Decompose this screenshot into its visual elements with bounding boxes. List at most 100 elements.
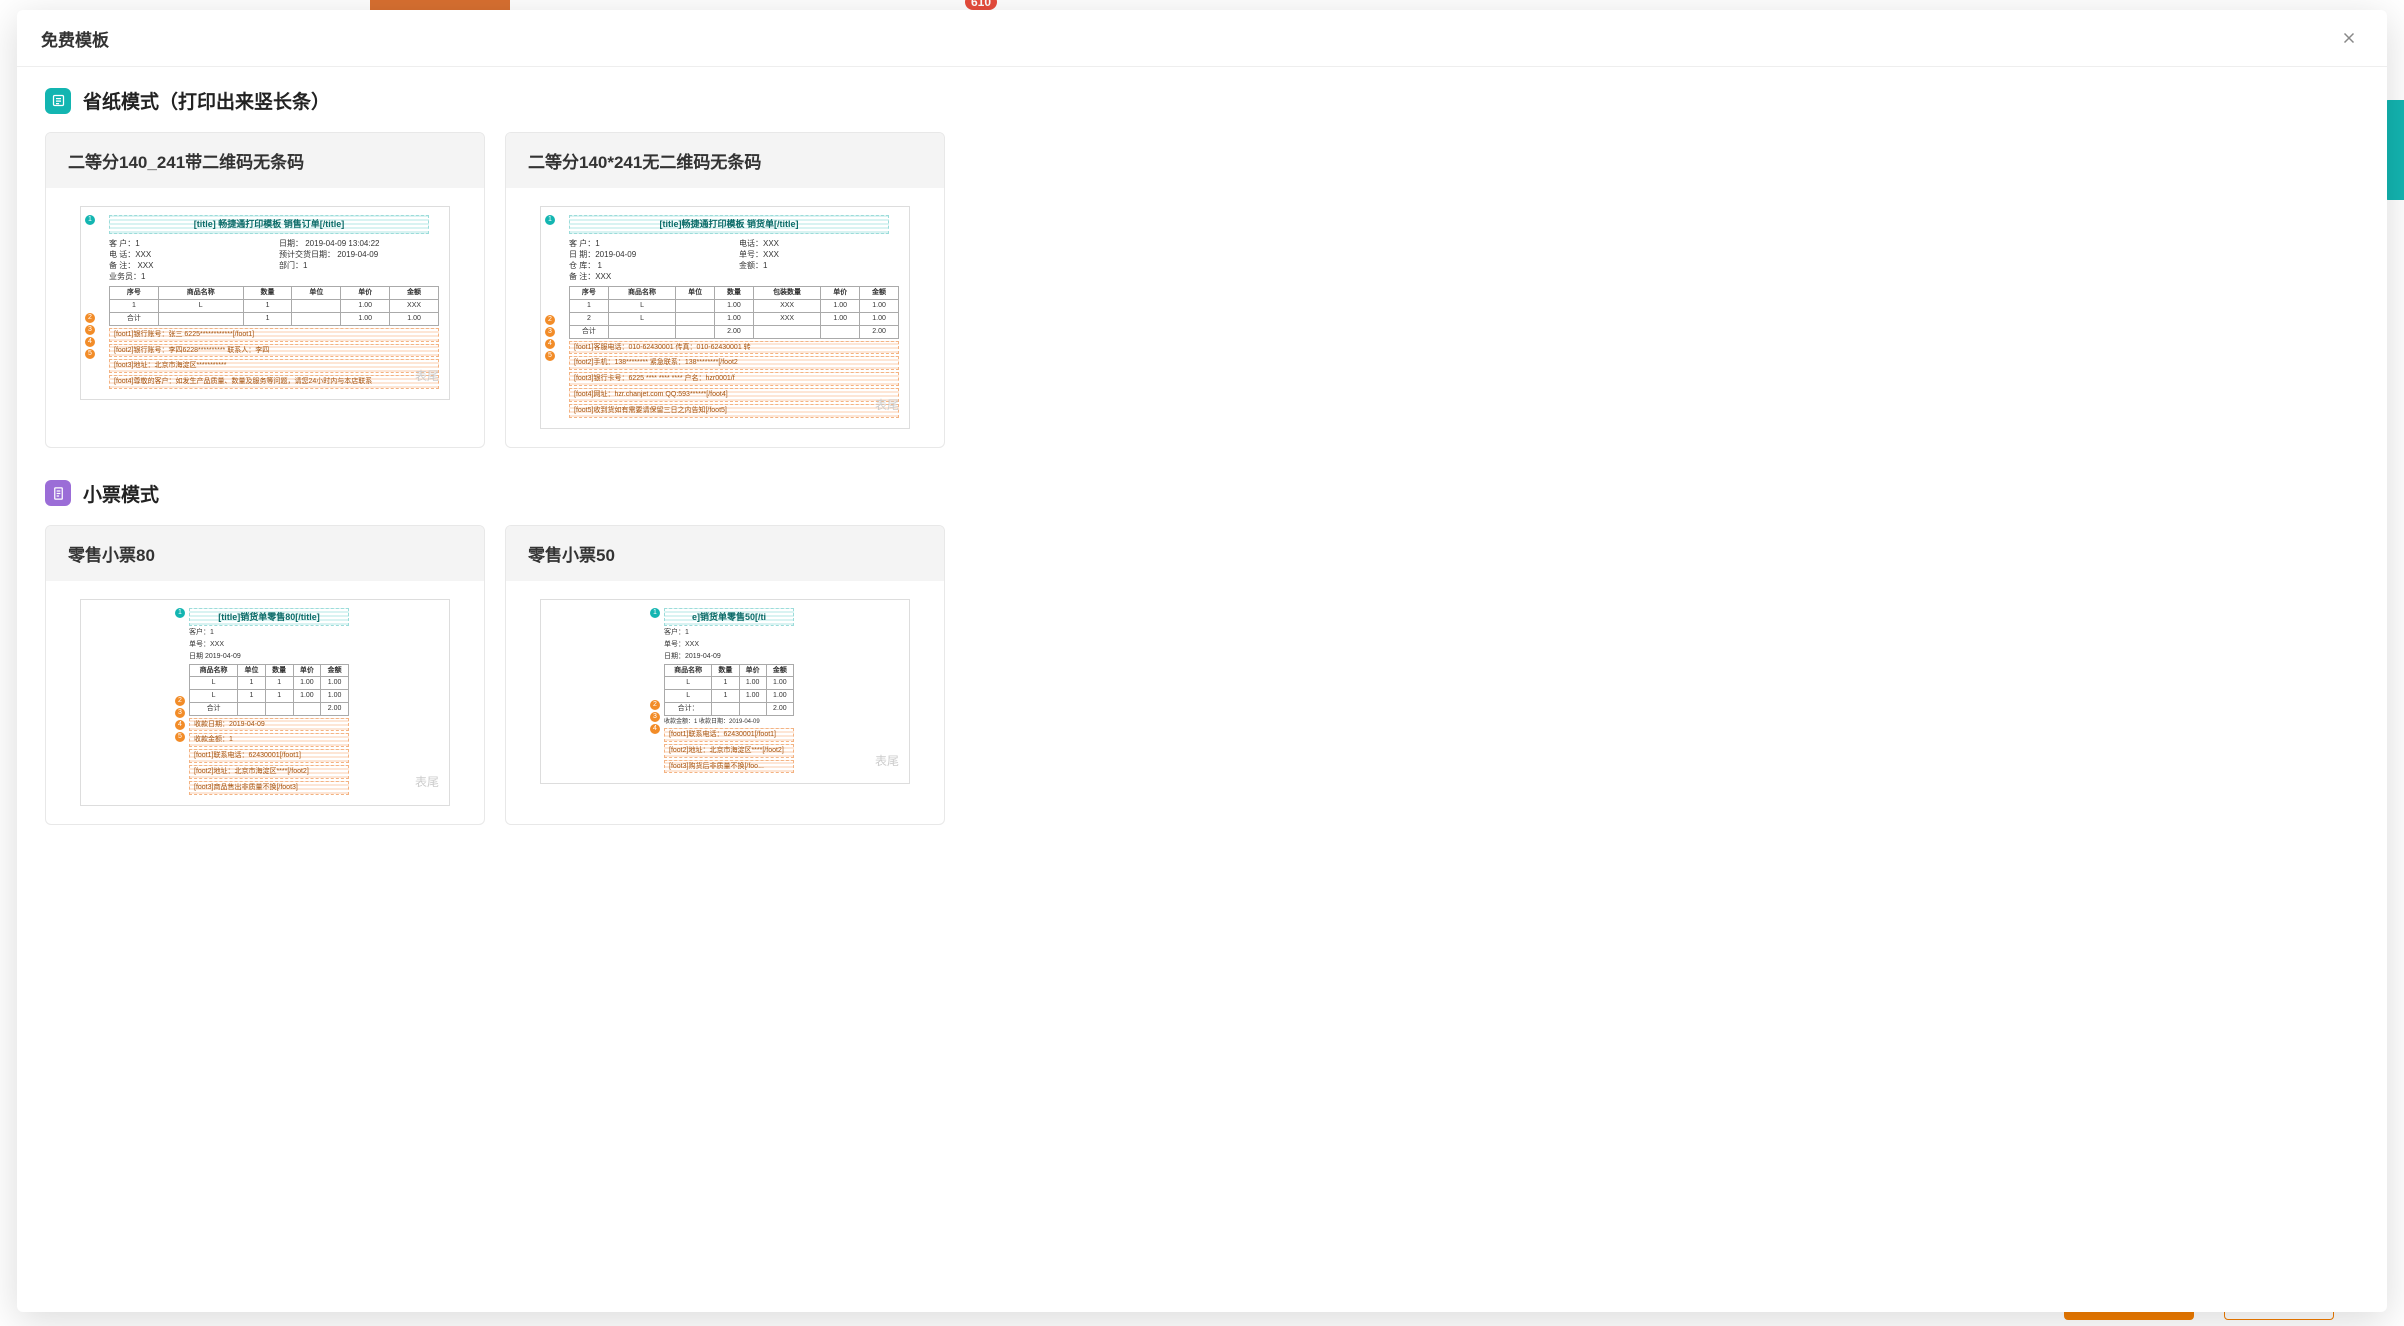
- template-modal: 免费模板 省纸模式（打印出来竖长条） 二等分140_241带二维码无条码 1: [17, 10, 2387, 1312]
- kv: 备 注： XXX: [109, 260, 269, 271]
- kv: 金额：1: [739, 260, 899, 271]
- watermark: 表尾: [875, 753, 899, 770]
- compact-cards: 二等分140_241带二维码无条码 1 [title] 畅捷通打印模板 销售订单…: [45, 132, 2359, 448]
- section-head-compact: 省纸模式（打印出来竖长条）: [45, 87, 2359, 114]
- section-compact: 省纸模式（打印出来竖长条） 二等分140_241带二维码无条码 1 [title…: [45, 87, 2359, 448]
- kv: 备 注：XXX: [569, 271, 729, 282]
- close-icon: [2340, 29, 2358, 47]
- tpl-foot: [foot1]联系电话：62430001[/foot1]: [189, 749, 349, 763]
- card-preview: 1 [title]销货单零售80[/title] 客户：1 单号：XXX 日期 …: [46, 581, 484, 824]
- kv: 日期： 2019-04-09 13:04:22: [279, 238, 439, 249]
- card-title: 零售小票50: [506, 526, 944, 581]
- tpl-table: 商品名称数量单价金额 L11.001.00 L11.001.00 合计：2.00: [664, 664, 794, 716]
- template-card-receipt-0[interactable]: 零售小票80 1 [title]销货单零售80[/title] 客户：1 单号：…: [45, 525, 485, 825]
- kv: 日期：2019-04-09: [664, 652, 794, 662]
- tpl-header: e]销货单零售50[/ti: [664, 608, 794, 627]
- template-preview: 1 [title]销货单零售80[/title] 客户：1 单号：XXX 日期 …: [80, 599, 450, 806]
- marker-4-icon: 4: [545, 339, 555, 349]
- section-receipt: 小票模式 零售小票80 1 [title]销货单零售80[/title] 客户：…: [45, 480, 2359, 825]
- tpl-table: 序号商品名称 单位数量 包装数量单价 金额 1L1.00XXX1.001.00 …: [569, 286, 899, 338]
- kv: 客 户：1: [569, 238, 729, 249]
- tpl-foot: [foot2]地址：北京市海淀区****[/foot2]: [189, 765, 349, 779]
- modal-body[interactable]: 省纸模式（打印出来竖长条） 二等分140_241带二维码无条码 1 [title…: [17, 67, 2387, 1312]
- receipt-mode-icon: [45, 480, 71, 506]
- kv: 预计交货日期： 2019-04-09: [279, 249, 439, 260]
- tpl-foot: [foot2]地址：北京市海淀区****[/foot2]: [664, 744, 794, 758]
- tpl-foot: [foot4]尊敬的客户：如发生产品质量、数量及服务等问题，请您24小时内与本店…: [109, 375, 439, 389]
- tpl-foot: [foot1]客服电话：010-62430001 传真：010-62430001…: [569, 341, 899, 355]
- watermark: 表尾: [415, 368, 439, 385]
- tpl-foot: [foot3]银行卡号：6225 **** **** **** 户名：hzr00…: [569, 372, 899, 386]
- template-preview: 1 [title] 畅捷通打印模板 销售订单[/title] 客 户：1 电 话…: [80, 206, 450, 400]
- tpl-header: [title] 畅捷通打印模板 销售订单[/title]: [109, 215, 429, 234]
- kv: 电话：XXX: [739, 238, 899, 249]
- kv: 仓 库： 1: [569, 260, 729, 271]
- marker-1-icon: 1: [175, 608, 185, 618]
- section-title-compact: 省纸模式（打印出来竖长条）: [83, 87, 330, 114]
- template-card-compact-0[interactable]: 二等分140_241带二维码无条码 1 [title] 畅捷通打印模板 销售订单…: [45, 132, 485, 448]
- tpl-foot: 收款日期：2019-04-09: [189, 718, 349, 732]
- card-title: 零售小票80: [46, 526, 484, 581]
- marker-2-icon: 2: [650, 700, 660, 710]
- tpl-foot: [foot4]网址：hzr.chanjet.com QQ:593******[/…: [569, 388, 899, 402]
- tpl-table: 序号商品名称 数量单位 单价金额 1L11.00XXX 合计11.001.00: [109, 286, 439, 325]
- modal-title: 免费模板: [41, 26, 109, 51]
- template-preview: 1 [title]畅捷通打印模板 销货单[/title] 客 户：1 日 期：2…: [540, 206, 910, 429]
- card-title: 二等分140_241带二维码无条码: [46, 133, 484, 188]
- receipt-cards: 零售小票80 1 [title]销货单零售80[/title] 客户：1 单号：…: [45, 525, 2359, 825]
- section-head-receipt: 小票模式: [45, 480, 2359, 507]
- kv: 单号：XXX: [189, 640, 349, 650]
- tpl-foot: [foot5]收到货如有需要请保留三日之内告知[/foot5]: [569, 404, 899, 418]
- kv: 客户：1: [189, 628, 349, 638]
- card-preview: 1 [title]畅捷通打印模板 销货单[/title] 客 户：1 日 期：2…: [506, 188, 944, 447]
- tpl-foot: 收款金额：1: [189, 733, 349, 747]
- tpl-foot: [foot3]商品售出非质量不换[/foot3]: [189, 781, 349, 795]
- kv: 业务员：1: [109, 271, 269, 282]
- tpl-header: [title]畅捷通打印模板 销货单[/title]: [569, 215, 889, 234]
- kv: 日 期：2019-04-09: [569, 249, 729, 260]
- tpl-foot: [foot1]银行账号：张三 6225************[/foot1]: [109, 328, 439, 342]
- kv: 单号：XXX: [739, 249, 899, 260]
- close-button[interactable]: [2335, 24, 2363, 52]
- tpl-table: 商品名称单位数量单价金额 L111.001.00 L111.001.00 合计2…: [189, 664, 349, 716]
- marker-3-icon: 3: [545, 327, 555, 337]
- marker-4-icon: 4: [85, 337, 95, 347]
- marker-2-icon: 2: [175, 696, 185, 706]
- marker-3-icon: 3: [650, 712, 660, 722]
- marker-4-icon: 4: [650, 724, 660, 734]
- kv: 日期 2019-04-09: [189, 652, 349, 662]
- template-preview: 1 e]销货单零售50[/ti 客户：1 单号：XXX 日期：2019-04-0…: [540, 599, 910, 785]
- kv: 单号：XXX: [664, 640, 794, 650]
- tpl-header: [title]销货单零售80[/title]: [189, 608, 349, 627]
- template-card-compact-1[interactable]: 二等分140*241无二维码无条码 1 [title]畅捷通打印模板 销货单[/…: [505, 132, 945, 448]
- compact-mode-icon: [45, 88, 71, 114]
- extra-row: 收款金额：1 收款日期：2019-04-09: [664, 718, 794, 726]
- watermark: 表尾: [415, 774, 439, 791]
- marker-3-icon: 3: [175, 708, 185, 718]
- kv: 客 户：1: [109, 238, 269, 249]
- modal-header: 免费模板: [17, 10, 2387, 67]
- card-preview: 1 e]销货单零售50[/ti 客户：1 单号：XXX 日期：2019-04-0…: [506, 581, 944, 803]
- kv: 电 话：XXX: [109, 249, 269, 260]
- marker-1-icon: 1: [545, 215, 555, 225]
- template-card-receipt-1[interactable]: 零售小票50 1 e]销货单零售50[/ti 客户：1 单号：XXX 日期：20…: [505, 525, 945, 825]
- card-preview: 1 [title] 畅捷通打印模板 销售订单[/title] 客 户：1 电 话…: [46, 188, 484, 418]
- marker-1-icon: 1: [650, 608, 660, 618]
- tpl-foot: [foot2]手机：138******** 紧急联系：138********[/…: [569, 356, 899, 370]
- tpl-foot: [foot3]地址：北京市海淀区***********: [109, 359, 439, 373]
- marker-3-icon: 3: [85, 325, 95, 335]
- kv: 部门：1: [279, 260, 439, 271]
- tpl-foot: [foot2]银行账号：李四6228********** 联系人：李四: [109, 344, 439, 358]
- section-title-receipt: 小票模式: [83, 480, 159, 507]
- marker-4-icon: 4: [175, 720, 185, 730]
- marker-5-icon: 5: [545, 351, 555, 361]
- tpl-foot: [foot1]联系电话：62430001[/foot1]: [664, 728, 794, 742]
- card-title: 二等分140*241无二维码无条码: [506, 133, 944, 188]
- marker-5-icon: 5: [85, 349, 95, 359]
- kv: 客户：1: [664, 628, 794, 638]
- marker-1-icon: 1: [85, 215, 95, 225]
- tpl-foot: [foot3]购货后非质量不换[/foo...: [664, 760, 794, 774]
- marker-5-icon: 5: [175, 732, 185, 742]
- marker-2-icon: 2: [85, 313, 95, 323]
- marker-2-icon: 2: [545, 315, 555, 325]
